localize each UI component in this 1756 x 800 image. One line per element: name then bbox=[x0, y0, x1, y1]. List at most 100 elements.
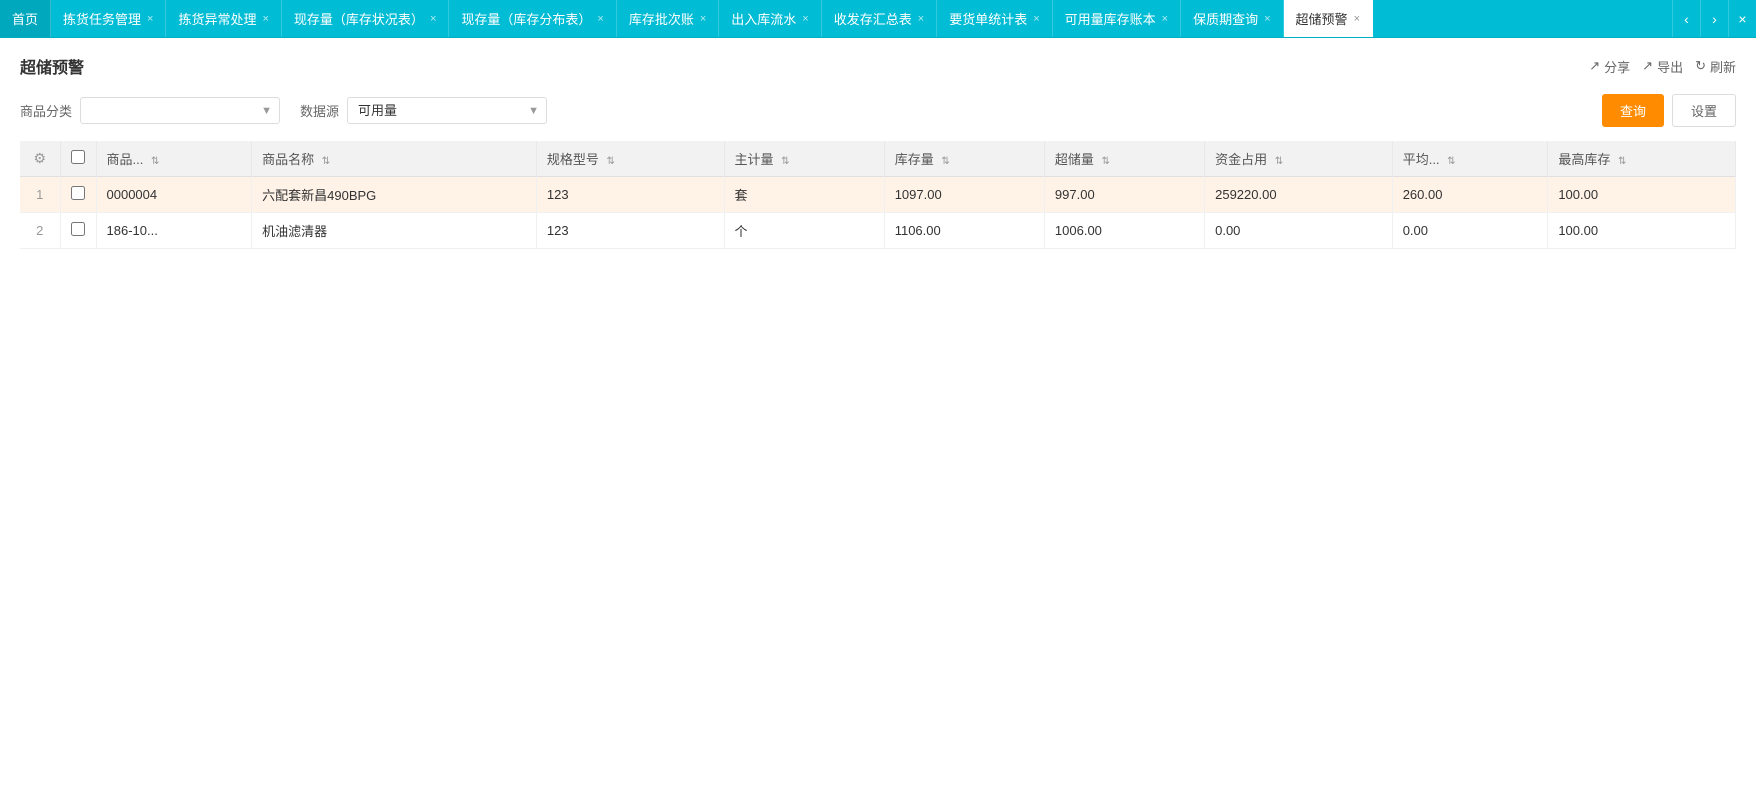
category-filter: 商品分类 ▼ bbox=[20, 97, 280, 124]
page-content: 超储预警 ↗ 分享 ↗ 导出 ↻ 刷新 商品分类 ▼ bbox=[0, 38, 1756, 800]
cell-overflow: 997.00 bbox=[1044, 177, 1204, 213]
page-header: 超储预警 ↗ 分享 ↗ 导出 ↻ 刷新 bbox=[20, 54, 1736, 78]
gear-icon[interactable]: ⚙ bbox=[33, 150, 46, 166]
cell-overflow: 1006.00 bbox=[1044, 213, 1204, 249]
filter-actions: 查询 设置 bbox=[1602, 94, 1736, 127]
nav-prev-button[interactable]: ‹ bbox=[1672, 0, 1700, 38]
nav-item-stock-distribution[interactable]: 现存量（库存分布表） × bbox=[449, 0, 616, 38]
category-label: 商品分类 bbox=[20, 101, 72, 120]
cell-avg: 260.00 bbox=[1392, 177, 1548, 213]
cell-max-stock: 100.00 bbox=[1548, 213, 1736, 249]
sort-icon: ⇅ bbox=[607, 156, 615, 167]
sort-icon: ⇅ bbox=[322, 156, 330, 167]
nav-item-inout-flow[interactable]: 出入库流水 × bbox=[719, 0, 821, 38]
nav-item-order-stats[interactable]: 要货单统计表 × bbox=[937, 0, 1052, 38]
table-row: 2 186-10... 机油滤清器 123 个 1106.00 1006.00 … bbox=[20, 213, 1736, 249]
cell-capital: 0.00 bbox=[1205, 213, 1393, 249]
close-icon[interactable]: × bbox=[1354, 13, 1360, 25]
nav-item-exception-handling[interactable]: 拣货异常处理 × bbox=[166, 0, 281, 38]
cell-unit: 套 bbox=[724, 177, 884, 213]
col-product-code[interactable]: 商品... ⇅ bbox=[96, 141, 252, 177]
cell-product-code: 186-10... bbox=[96, 213, 252, 249]
nav-item-available-stock[interactable]: 可用量库存账本 × bbox=[1053, 0, 1181, 38]
cell-capital: 259220.00 bbox=[1205, 177, 1393, 213]
close-icon[interactable]: × bbox=[262, 13, 268, 25]
nav-next-button[interactable]: › bbox=[1700, 0, 1728, 38]
sort-icon: ⇅ bbox=[1102, 156, 1110, 167]
sort-icon: ⇅ bbox=[781, 156, 789, 167]
close-icon[interactable]: × bbox=[430, 13, 436, 25]
share-button[interactable]: ↗ 分享 bbox=[1589, 57, 1630, 76]
col-unit[interactable]: 主计量 ⇅ bbox=[724, 141, 884, 177]
nav-item-task-management[interactable]: 拣货任务管理 × bbox=[51, 0, 166, 38]
nav-item-quality-period[interactable]: 保质期查询 × bbox=[1181, 0, 1283, 38]
export-button[interactable]: ↗ 导出 bbox=[1642, 57, 1683, 76]
nav-item-overstock-alert[interactable]: 超储预警 × bbox=[1284, 0, 1373, 38]
checkbox-header[interactable] bbox=[60, 141, 96, 177]
cell-product-name: 六配套新昌490BPG bbox=[252, 177, 537, 213]
col-capital[interactable]: 资金占用 ⇅ bbox=[1205, 141, 1393, 177]
datasource-label: 数据源 bbox=[300, 101, 339, 120]
datasource-select[interactable]: 可用量 库存量 bbox=[347, 97, 547, 124]
header-actions: ↗ 分享 ↗ 导出 ↻ 刷新 bbox=[1589, 57, 1736, 76]
sort-icon: ⇅ bbox=[1275, 156, 1283, 167]
close-icon[interactable]: × bbox=[597, 13, 603, 25]
cell-product-name: 机油滤清器 bbox=[252, 213, 537, 249]
nav-arrows: ‹ › × bbox=[1672, 0, 1756, 38]
close-icon[interactable]: × bbox=[700, 13, 706, 25]
cell-spec: 123 bbox=[536, 213, 724, 249]
table-header-row: ⚙ 商品... ⇅ 商品名称 ⇅ 规格型号 ⇅ bbox=[20, 141, 1736, 177]
row-checkbox-cell[interactable] bbox=[60, 213, 96, 249]
cell-unit: 个 bbox=[724, 213, 884, 249]
nav-item-stock-status[interactable]: 现存量（库存状况表） × bbox=[282, 0, 449, 38]
close-icon[interactable]: × bbox=[918, 13, 924, 25]
close-icon[interactable]: × bbox=[1264, 13, 1270, 25]
col-avg[interactable]: 平均... ⇅ bbox=[1392, 141, 1548, 177]
col-stock[interactable]: 库存量 ⇅ bbox=[884, 141, 1044, 177]
col-spec[interactable]: 规格型号 ⇅ bbox=[536, 141, 724, 177]
nav-close-button[interactable]: × bbox=[1728, 0, 1756, 38]
close-icon[interactable]: × bbox=[1162, 13, 1168, 25]
close-icon[interactable]: × bbox=[147, 13, 153, 25]
close-icon[interactable]: × bbox=[1033, 13, 1039, 25]
cell-stock: 1106.00 bbox=[884, 213, 1044, 249]
sort-icon: ⇅ bbox=[941, 156, 949, 167]
table-body: 1 0000004 六配套新昌490BPG 123 套 1097.00 997.… bbox=[20, 177, 1736, 249]
category-select[interactable] bbox=[80, 97, 280, 124]
nav-item-batch-account[interactable]: 库存批次账 × bbox=[617, 0, 719, 38]
row-checkbox[interactable] bbox=[71, 186, 85, 200]
nav-item-summary-table[interactable]: 收发存汇总表 × bbox=[822, 0, 937, 38]
col-product-name[interactable]: 商品名称 ⇅ bbox=[252, 141, 537, 177]
settings-header[interactable]: ⚙ bbox=[20, 141, 60, 177]
row-number: 1 bbox=[20, 177, 60, 213]
export-icon: ↗ bbox=[1642, 58, 1653, 74]
datasource-filter: 数据源 可用量 库存量 ▼ bbox=[300, 97, 547, 124]
col-max-stock[interactable]: 最高库存 ⇅ bbox=[1548, 141, 1736, 177]
set-button[interactable]: 设置 bbox=[1672, 94, 1736, 127]
sort-icon: ⇅ bbox=[151, 156, 159, 167]
nav-item-home[interactable]: 首页 bbox=[0, 0, 51, 38]
cell-avg: 0.00 bbox=[1392, 213, 1548, 249]
row-number: 2 bbox=[20, 213, 60, 249]
refresh-button[interactable]: ↻ 刷新 bbox=[1695, 57, 1736, 76]
cell-spec: 123 bbox=[536, 177, 724, 213]
cell-stock: 1097.00 bbox=[884, 177, 1044, 213]
share-icon: ↗ bbox=[1589, 58, 1600, 74]
refresh-icon: ↻ bbox=[1695, 58, 1706, 74]
sort-icon: ⇅ bbox=[1618, 156, 1626, 167]
query-button[interactable]: 查询 bbox=[1602, 94, 1664, 127]
category-select-wrapper: ▼ bbox=[80, 97, 280, 124]
data-table-wrapper: ⚙ 商品... ⇅ 商品名称 ⇅ 规格型号 ⇅ bbox=[20, 141, 1736, 249]
top-navigation: 首页 拣货任务管理 × 拣货异常处理 × 现存量（库存状况表） × 现存量（库存… bbox=[0, 0, 1756, 38]
datasource-select-wrapper: 可用量 库存量 ▼ bbox=[347, 97, 547, 124]
filter-row: 商品分类 ▼ 数据源 可用量 库存量 ▼ 查询 设置 bbox=[20, 94, 1736, 127]
table-row: 1 0000004 六配套新昌490BPG 123 套 1097.00 997.… bbox=[20, 177, 1736, 213]
col-overflow[interactable]: 超储量 ⇅ bbox=[1044, 141, 1204, 177]
close-icon[interactable]: × bbox=[802, 13, 808, 25]
row-checkbox-cell[interactable] bbox=[60, 177, 96, 213]
cell-max-stock: 100.00 bbox=[1548, 177, 1736, 213]
data-table: ⚙ 商品... ⇅ 商品名称 ⇅ 规格型号 ⇅ bbox=[20, 141, 1736, 249]
select-all-checkbox[interactable] bbox=[71, 150, 85, 164]
page-title: 超储预警 bbox=[20, 54, 84, 78]
row-checkbox[interactable] bbox=[71, 222, 85, 236]
